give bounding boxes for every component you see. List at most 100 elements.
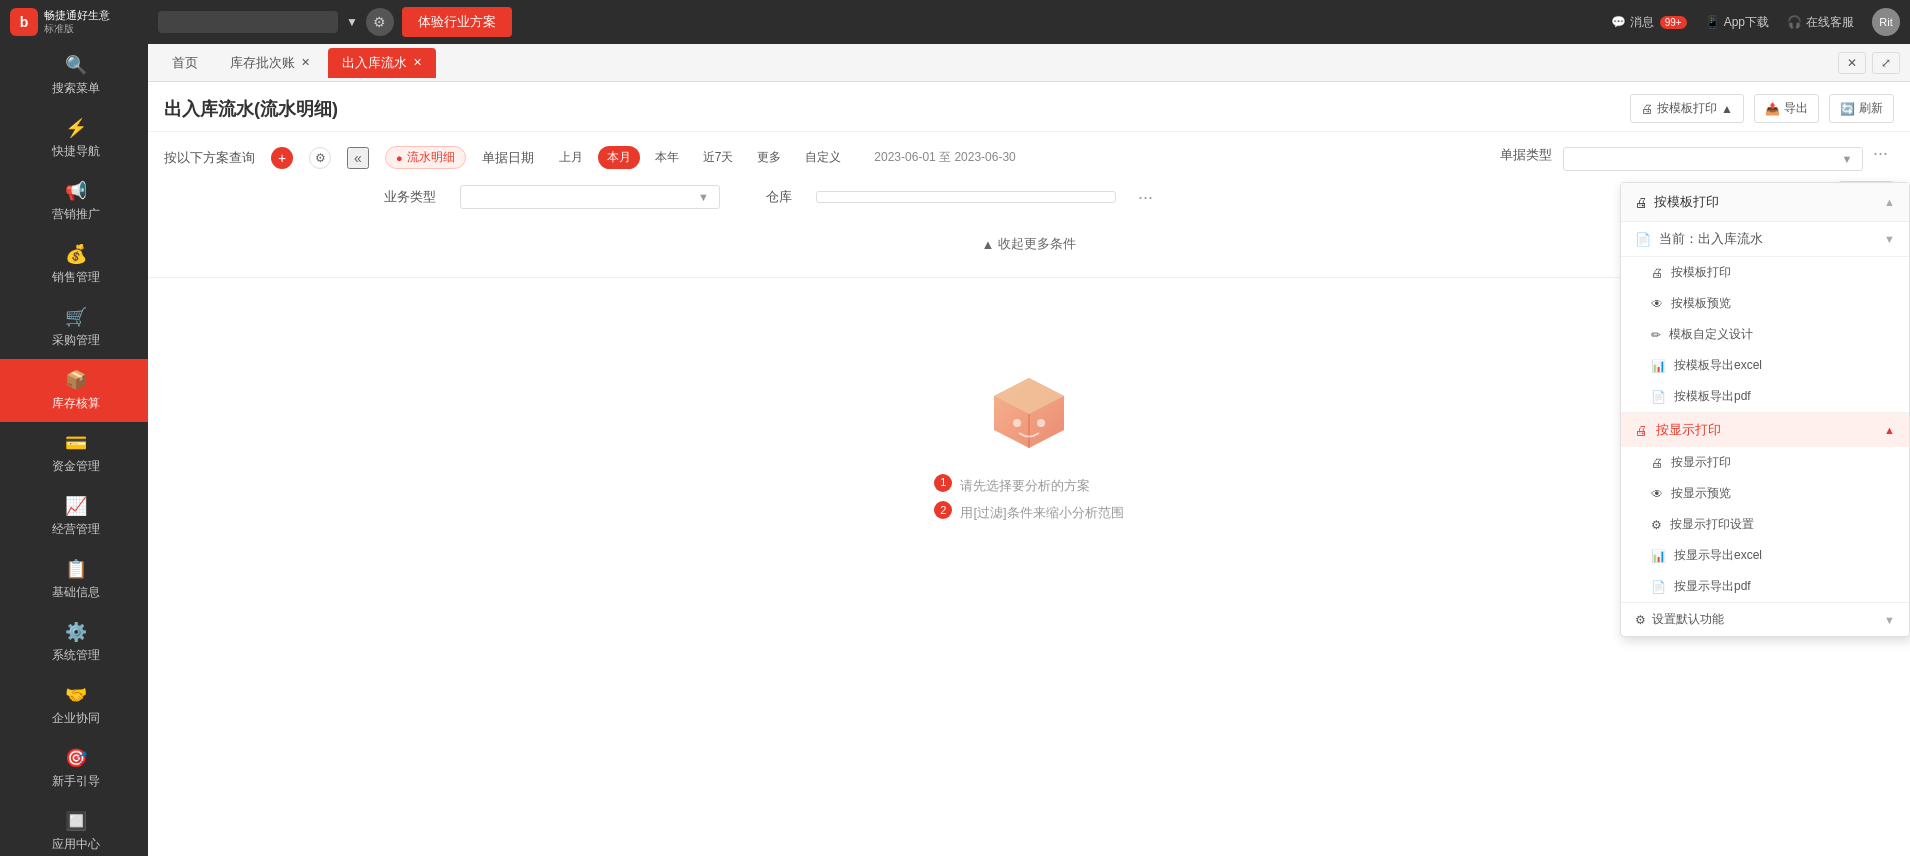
tab-home[interactable]: 首页	[158, 48, 212, 78]
quick-nav-icon: ⚡	[65, 117, 87, 139]
display-section-header[interactable]: 🖨 按显示打印 ▲	[1621, 413, 1909, 447]
biz-type-select[interactable]: ▼	[460, 185, 720, 209]
customer-service-btn[interactable]: 🎧 在线客服	[1787, 14, 1854, 31]
dropdown-item-display-preview[interactable]: 👁 按显示预览	[1621, 478, 1909, 509]
chevron-up-icon: ▲	[1721, 102, 1733, 116]
export-icon: 📤	[1765, 102, 1780, 116]
app-badge: 标准版	[44, 22, 110, 36]
dropdown-item-template-print[interactable]: 🖨 按模板打印	[1621, 257, 1909, 288]
system-icon: ⚙️	[65, 621, 87, 643]
dropdown-item-template-custom[interactable]: ✏ 模板自定义设计	[1621, 319, 1909, 350]
logo-area: b 畅捷通好生意 标准版	[10, 8, 150, 36]
print-dropdown-panel: 🖨 按模板打印 ▲ 📄 当前：出入库流水 ▼ 🖨 按模板	[1620, 182, 1910, 637]
page-title: 出入库流水(流水明细)	[164, 97, 338, 121]
page-content: 出入库流水(流水明细) 🖨 按模板打印 ▲ 📤 导出 🔄 刷新	[148, 82, 1910, 856]
message-btn[interactable]: 💬 消息 99+	[1611, 14, 1687, 31]
app-download-btn[interactable]: 📱 App下载	[1705, 14, 1769, 31]
doc-type-dropdown-icon: ▼	[1841, 153, 1852, 165]
dropdown-item-display-pdf[interactable]: 📄 按显示导出pdf	[1621, 571, 1909, 602]
warehouse-select[interactable]	[816, 191, 1116, 203]
refresh-btn[interactable]: 🔄 刷新	[1829, 94, 1894, 123]
empty-hints: 1 请先选择要分析的方案 2 用[过滤]条件来缩小分析范围	[934, 474, 1123, 529]
date-group: 上月 本月 本年 近7天 更多 自定义	[550, 146, 851, 169]
biz-type-label: 业务类型	[384, 188, 436, 206]
doc-type-select[interactable]: ▼	[1563, 147, 1863, 171]
header-settings-icon[interactable]: ⚙	[366, 8, 394, 36]
custom-design-icon: ✏	[1651, 328, 1661, 342]
biz-type-dropdown-icon: ▼	[698, 191, 709, 203]
dropdown-item-display-print[interactable]: 🖨 按显示打印	[1621, 447, 1909, 478]
warehouse-more-btn[interactable]: ···	[1132, 188, 1159, 206]
trial-btn[interactable]: 体验行业方案	[402, 7, 512, 37]
sidebar-item-enterprise[interactable]: 🤝 企业协同	[0, 674, 148, 737]
dropdown-item-display-print-settings[interactable]: ⚙ 按显示打印设置	[1621, 509, 1909, 540]
dropdown-chevron-up[interactable]: ▲	[1884, 196, 1895, 208]
sidebar-item-inventory[interactable]: 📦 库存核算	[0, 359, 148, 422]
dropdown-item-display-excel[interactable]: 📊 按显示导出excel	[1621, 540, 1909, 571]
tab-bar-right: ✕ ⤢	[1838, 52, 1900, 74]
sidebar-item-operations[interactable]: 📈 经营管理	[0, 485, 148, 548]
sidebar-item-system[interactable]: ⚙️ 系统管理	[0, 611, 148, 674]
sidebar-item-purchase[interactable]: 🛒 采购管理	[0, 296, 148, 359]
header-search-input[interactable]	[158, 11, 338, 33]
page-header: 出入库流水(流水明细) 🖨 按模板打印 ▲ 📤 导出 🔄 刷新	[148, 82, 1910, 132]
date-tab-7days[interactable]: 近7天	[694, 146, 743, 169]
app-logo: b	[10, 8, 38, 36]
sidebar-item-finance[interactable]: 💳 资金管理	[0, 422, 148, 485]
date-tab-this-month[interactable]: 本月	[598, 146, 640, 169]
date-tab-custom[interactable]: 自定义	[796, 146, 850, 169]
inventory-icon: 📦	[65, 369, 87, 391]
filter-add-btn[interactable]: +	[271, 147, 293, 169]
tab-bar: 首页 库存批次账 ✕ 出入库流水 ✕ ✕ ⤢	[148, 44, 1910, 82]
header-search-dropdown[interactable]: ▼	[346, 15, 358, 29]
refresh-icon: 🔄	[1840, 102, 1855, 116]
template-icon: 📄	[1635, 232, 1651, 247]
preview-icon: 👁	[1651, 297, 1663, 311]
sidebar-item-guide[interactable]: 🎯 新手引导	[0, 737, 148, 800]
user-avatar[interactable]: Rit	[1872, 8, 1900, 36]
sales-icon: 💰	[65, 243, 87, 265]
tab-close-batch[interactable]: ✕	[301, 56, 310, 69]
dropdown-item-template-preview[interactable]: 👁 按模板预览	[1621, 288, 1909, 319]
tab-maximize-btn[interactable]: ⤢	[1872, 52, 1900, 74]
sidebar-item-sales[interactable]: 💰 销售管理	[0, 233, 148, 296]
filter-settings-btn[interactable]: ⚙	[309, 147, 331, 169]
phone-icon: 📱	[1705, 15, 1720, 29]
doc-type-more-btn[interactable]: ···	[1867, 144, 1894, 162]
top-header: b 畅捷通好生意 标准版 ▼ ⚙ 体验行业方案 💬 消息 99+ 📱 App下载…	[0, 0, 1910, 44]
dropdown-footer[interactable]: ⚙ 设置默认功能 ▼	[1621, 603, 1909, 636]
printer-icon: 🖨	[1641, 102, 1653, 116]
sidebar-item-basic-info[interactable]: 📋 基础信息	[0, 548, 148, 611]
date-tab-more[interactable]: 更多	[748, 146, 790, 169]
step-num-1: 1	[934, 474, 952, 492]
sidebar-item-quick-nav[interactable]: ⚡ 快捷导航	[0, 107, 148, 170]
content-area: 首页 库存批次账 ✕ 出入库流水 ✕ ✕ ⤢ 出入库流水(流水明细)	[148, 44, 1910, 856]
tab-close-btn[interactable]: ✕	[1838, 52, 1866, 74]
print-icon: 🖨	[1651, 266, 1663, 280]
filter-tag[interactable]: ● 流水明细	[385, 146, 466, 169]
tab-flow[interactable]: 出入库流水 ✕	[328, 48, 436, 78]
current-chevron: ▼	[1884, 233, 1895, 245]
current-template-header[interactable]: 📄 当前：出入库流水 ▼	[1621, 222, 1909, 256]
finance-icon: 💳	[65, 432, 87, 454]
date-tab-this-year[interactable]: 本年	[646, 146, 688, 169]
export-btn[interactable]: 📤 导出	[1754, 94, 1819, 123]
print-template-btn[interactable]: 🖨 按模板打印 ▲	[1630, 94, 1744, 123]
dropdown-item-template-pdf[interactable]: 📄 按模板导出pdf	[1621, 381, 1909, 412]
collapse-more-btn[interactable]: ▲ 收起更多条件	[970, 231, 1089, 257]
sidebar-item-app-center[interactable]: 🔲 应用中心	[0, 800, 148, 856]
filter-collapse-left-btn[interactable]: «	[347, 147, 369, 169]
dropdown-item-template-excel[interactable]: 📊 按模板导出excel	[1621, 350, 1909, 381]
display-pdf-icon: 📄	[1651, 580, 1666, 594]
sidebar-item-search-menu[interactable]: 🔍 搜索菜单	[0, 44, 148, 107]
header-right: 💬 消息 99+ 📱 App下载 🎧 在线客服 Rit	[1611, 8, 1900, 36]
purchase-icon: 🛒	[65, 306, 87, 328]
collapse-up-icon: ▲	[982, 237, 995, 252]
dropdown-header: 🖨 按模板打印 ▲	[1621, 183, 1909, 222]
date-label: 单据日期	[482, 149, 534, 167]
tab-batch-account[interactable]: 库存批次账 ✕	[216, 48, 324, 78]
sidebar-item-marketing[interactable]: 📢 营销推广	[0, 170, 148, 233]
svg-point-4	[1037, 419, 1045, 427]
tab-close-flow[interactable]: ✕	[413, 56, 422, 69]
date-tab-last-month[interactable]: 上月	[550, 146, 592, 169]
